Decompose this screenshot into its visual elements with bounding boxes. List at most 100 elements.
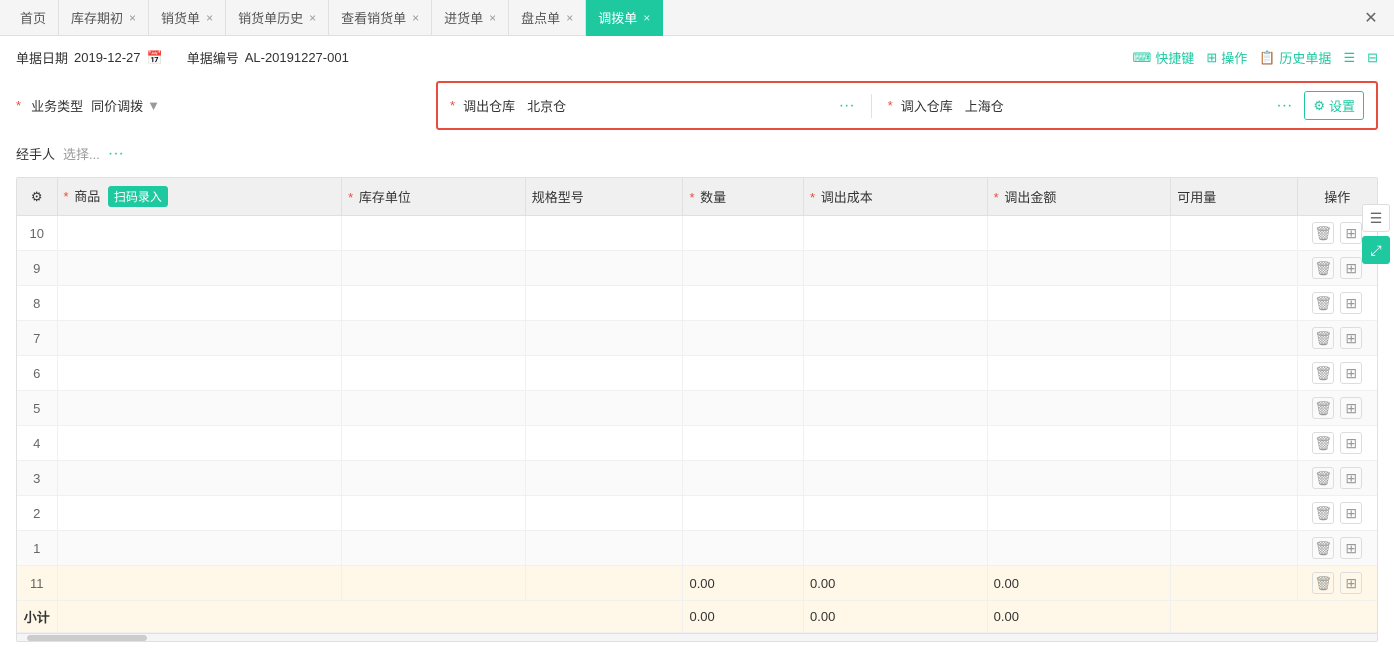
- row-9-available[interactable]: [1171, 251, 1297, 286]
- tab-transfer[interactable]: 调拨单 ×: [586, 0, 663, 36]
- row-1-amount[interactable]: [987, 531, 1171, 566]
- row-7-copy-btn[interactable]: ⊞: [1340, 327, 1362, 349]
- row-2-product[interactable]: [57, 496, 342, 531]
- close-all-tabs[interactable]: ✕: [1356, 3, 1386, 33]
- in-warehouse-value[interactable]: 上海仓: [965, 96, 1004, 115]
- tab-home[interactable]: 首页: [8, 0, 59, 36]
- row-4-unit[interactable]: [342, 426, 526, 461]
- row-3-unit[interactable]: [342, 461, 526, 496]
- row-1-available[interactable]: [1171, 531, 1297, 566]
- row-7-cost[interactable]: [804, 321, 988, 356]
- subtotal-delete-btn[interactable]: 🗑: [1312, 572, 1334, 594]
- row-9-unit[interactable]: [342, 251, 526, 286]
- row-5-cost[interactable]: [804, 391, 988, 426]
- row-6-copy-btn[interactable]: ⊞: [1340, 362, 1362, 384]
- row-8-copy-btn[interactable]: ⊞: [1340, 292, 1362, 314]
- row-7-unit[interactable]: [342, 321, 526, 356]
- operator-more-btn[interactable]: ···: [108, 145, 124, 163]
- row-7-delete-btn[interactable]: 🗑: [1312, 327, 1334, 349]
- row-5-unit[interactable]: [342, 391, 526, 426]
- in-warehouse-more-btn[interactable]: ···: [1276, 97, 1292, 115]
- row-9-delete-btn[interactable]: 🗑: [1312, 257, 1334, 279]
- calendar-icon[interactable]: 📅: [147, 50, 163, 66]
- row-2-unit[interactable]: [342, 496, 526, 531]
- row-6-qty[interactable]: [683, 356, 804, 391]
- row-9-product[interactable]: [57, 251, 342, 286]
- setting-btn[interactable]: ⚙ 设置: [1304, 91, 1364, 120]
- row-4-spec[interactable]: [525, 426, 683, 461]
- business-type-field[interactable]: 同价调拨 ▼: [91, 96, 436, 115]
- row-1-copy-btn[interactable]: ⊞: [1340, 537, 1362, 559]
- close-tab-purchase-order[interactable]: ×: [489, 12, 496, 24]
- row-6-delete-btn[interactable]: 🗑: [1312, 362, 1334, 384]
- row-4-qty[interactable]: [683, 426, 804, 461]
- row-2-available[interactable]: [1171, 496, 1297, 531]
- th-gear[interactable]: ⚙: [17, 178, 57, 216]
- row-1-cost[interactable]: [804, 531, 988, 566]
- row-4-copy-btn[interactable]: ⊞: [1340, 432, 1362, 454]
- history-btn[interactable]: 📋 历史单据: [1259, 48, 1331, 67]
- row-3-qty[interactable]: [683, 461, 804, 496]
- row-10-unit[interactable]: [342, 216, 526, 251]
- tab-inventory-init[interactable]: 库存期初 ×: [59, 0, 149, 36]
- row-8-available[interactable]: [1171, 286, 1297, 321]
- out-warehouse-value[interactable]: 北京仓: [527, 96, 566, 115]
- row-5-spec[interactable]: [525, 391, 683, 426]
- row-3-spec[interactable]: [525, 461, 683, 496]
- row-7-available[interactable]: [1171, 321, 1297, 356]
- row-2-copy-btn[interactable]: ⊞: [1340, 502, 1362, 524]
- close-tab-sales-order[interactable]: ×: [206, 12, 213, 24]
- row-9-spec[interactable]: [525, 251, 683, 286]
- business-type-dropdown-icon[interactable]: ▼: [147, 98, 160, 113]
- row-10-delete-btn[interactable]: 🗑: [1312, 222, 1334, 244]
- close-tab-inventory-init[interactable]: ×: [129, 12, 136, 24]
- row-8-amount[interactable]: [987, 286, 1171, 321]
- operations-btn[interactable]: ⊞ 操作: [1206, 48, 1247, 67]
- row-8-unit[interactable]: [342, 286, 526, 321]
- row-9-cost[interactable]: [804, 251, 988, 286]
- grid-toggle-btn[interactable]: ⊟: [1367, 50, 1378, 66]
- row-5-delete-btn[interactable]: 🗑: [1312, 397, 1334, 419]
- tab-sales-order[interactable]: 销货单 ×: [149, 0, 226, 36]
- row-6-amount[interactable]: [987, 356, 1171, 391]
- row-3-available[interactable]: [1171, 461, 1297, 496]
- row-5-copy-btn[interactable]: ⊞: [1340, 397, 1362, 419]
- row-4-delete-btn[interactable]: 🗑: [1312, 432, 1334, 454]
- row-10-cost[interactable]: [804, 216, 988, 251]
- row-3-product[interactable]: [57, 461, 342, 496]
- row-10-amount[interactable]: [987, 216, 1171, 251]
- row-3-amount[interactable]: [987, 461, 1171, 496]
- row-10-product[interactable]: [57, 216, 342, 251]
- row-5-qty[interactable]: [683, 391, 804, 426]
- row-7-spec[interactable]: [525, 321, 683, 356]
- row-2-delete-btn[interactable]: 🗑: [1312, 502, 1334, 524]
- row-1-product[interactable]: [57, 531, 342, 566]
- row-3-delete-btn[interactable]: 🗑: [1312, 467, 1334, 489]
- row-8-product[interactable]: [57, 286, 342, 321]
- row-8-qty[interactable]: [683, 286, 804, 321]
- subtotal-copy-btn[interactable]: ⊞: [1340, 572, 1362, 594]
- close-tab-view-sales[interactable]: ×: [412, 12, 419, 24]
- sidebar-list-icon-btn[interactable]: ☰: [1362, 204, 1390, 232]
- row-6-product[interactable]: [57, 356, 342, 391]
- row-6-spec[interactable]: [525, 356, 683, 391]
- row-6-unit[interactable]: [342, 356, 526, 391]
- sidebar-expand-icon-btn[interactable]: ⤢: [1362, 236, 1390, 264]
- row-7-qty[interactable]: [683, 321, 804, 356]
- row-9-qty[interactable]: [683, 251, 804, 286]
- row-8-spec[interactable]: [525, 286, 683, 321]
- scan-input-btn[interactable]: 扫码录入: [108, 186, 168, 207]
- close-tab-transfer[interactable]: ×: [643, 12, 650, 24]
- row-1-spec[interactable]: [525, 531, 683, 566]
- row-3-copy-btn[interactable]: ⊞: [1340, 467, 1362, 489]
- row-2-qty[interactable]: [683, 496, 804, 531]
- row-1-delete-btn[interactable]: 🗑: [1312, 537, 1334, 559]
- row-4-available[interactable]: [1171, 426, 1297, 461]
- layout-toggle-btn[interactable]: ☰: [1343, 50, 1355, 66]
- row-5-amount[interactable]: [987, 391, 1171, 426]
- row-8-delete-btn[interactable]: 🗑: [1312, 292, 1334, 314]
- row-2-cost[interactable]: [804, 496, 988, 531]
- tab-stocktake[interactable]: 盘点单 ×: [509, 0, 586, 36]
- row-6-cost[interactable]: [804, 356, 988, 391]
- out-warehouse-more-btn[interactable]: ···: [839, 97, 855, 115]
